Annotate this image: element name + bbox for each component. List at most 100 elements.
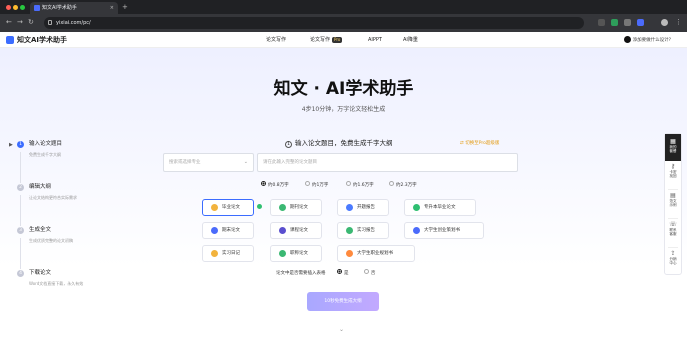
- paper-type-chip[interactable]: 大学生创业策划书: [404, 222, 484, 239]
- divider: [668, 247, 678, 248]
- chip-label: 实习报告: [357, 228, 375, 233]
- generate-outline-button[interactable]: 10秒免费生成大纲: [307, 292, 379, 311]
- selected-check-icon: [257, 204, 262, 209]
- extension-icon[interactable]: [637, 19, 644, 26]
- scroll-down-icon[interactable]: ⌄: [339, 326, 344, 333]
- address-bar[interactable]: yixiai.com/pc/: [44, 17, 584, 29]
- profile-avatar[interactable]: [661, 19, 668, 26]
- graduation-icon: [211, 204, 218, 211]
- word-count-label: 约1.6万字: [353, 183, 374, 188]
- key-icon: ⚷: [670, 163, 676, 170]
- avatar: [623, 36, 631, 43]
- internship-icon: [346, 227, 353, 234]
- document-icon: ▤: [670, 192, 676, 199]
- logo-icon: [6, 36, 14, 44]
- chip-label: 实习日记: [222, 251, 240, 256]
- page-subtitle: 4步10分钟，万字论文轻松生成: [301, 106, 386, 113]
- step-title: 下载论文: [29, 270, 52, 276]
- word-count-radio[interactable]: 约1.6万字: [346, 181, 374, 189]
- pro-switch-label: 切换至Pro超级版: [465, 141, 500, 146]
- step-2: 2 编辑大纲 让论文结构更符合实际需求: [17, 184, 137, 206]
- new-tab-icon[interactable]: +: [122, 3, 128, 12]
- contact-support-button[interactable]: ☏ 联系 客服: [665, 221, 681, 245]
- browser-toolbar: ← → ↻ yixiai.com/pc/ ⋮: [0, 14, 687, 32]
- extension-icon[interactable]: [598, 19, 605, 26]
- sample-papers-button[interactable]: ▤ 范文 示例: [665, 192, 681, 216]
- report-icon: [346, 204, 353, 211]
- step-number: 3: [17, 227, 24, 234]
- minimize-window-icon[interactable]: [13, 5, 18, 10]
- chevron-down-icon: ⌄: [243, 159, 248, 165]
- extension-icon[interactable]: [624, 19, 631, 26]
- reload-icon[interactable]: ↻: [28, 18, 34, 27]
- paper-type-chip[interactable]: 期刊论文: [270, 199, 322, 216]
- title-paper-icon: [279, 250, 286, 257]
- paper-type-chip[interactable]: 课程论文: [270, 222, 322, 239]
- upgrade-icon: [413, 204, 420, 211]
- logo-text[interactable]: 知文AI学术助手: [17, 35, 67, 45]
- radio-dot: [363, 269, 369, 274]
- divider: [668, 189, 678, 190]
- chip-label: 职称论文: [290, 251, 308, 256]
- paper-title-input[interactable]: [257, 153, 518, 172]
- step-desc: 生成优质完整的论文初稿: [29, 238, 73, 243]
- form-header: 1 输入论文题目，免费生成千字大纲: [285, 139, 393, 148]
- chat-icon: ☏: [669, 221, 677, 228]
- chip-label: 大学生职业规划书: [357, 251, 393, 256]
- chip-label: 大学生创业策划书: [424, 228, 460, 233]
- browser-menu-icon[interactable]: ⋮: [675, 18, 682, 27]
- url-text: yixiai.com/pc/: [56, 20, 91, 26]
- radio-label: 否: [370, 271, 376, 276]
- nav-aippt[interactable]: AIPPT: [368, 36, 382, 44]
- extension-icon[interactable]: [611, 19, 618, 26]
- user-menu[interactable]: 添加要做什么设计?: [623, 36, 671, 45]
- chip-label: 期刊论文: [290, 205, 308, 210]
- paper-type-chip[interactable]: 实习报告: [337, 222, 389, 239]
- browser-tab-strip: 知文AI学术助手 × +: [0, 0, 687, 14]
- paper-type-chip[interactable]: 专升本毕业论文: [404, 199, 476, 216]
- close-tab-icon[interactable]: ×: [110, 2, 114, 14]
- table-question: 论文中是否需要插入表格: [276, 271, 326, 276]
- radio-dot: [261, 181, 266, 186]
- major-select-placeholder: 搜索或选择专业: [169, 160, 201, 165]
- close-window-icon[interactable]: [6, 5, 11, 10]
- lock-icon: [48, 20, 52, 25]
- maximize-window-icon[interactable]: [20, 5, 25, 10]
- paper-type-chip[interactable]: 开题报告: [337, 199, 389, 216]
- paper-type-chip[interactable]: 大学生职业规划书: [337, 245, 415, 262]
- step-title: 生成全文: [29, 227, 52, 233]
- toolbar-label: 卡密 找回: [669, 170, 677, 178]
- toolbar-label: 我的 套餐: [669, 145, 677, 153]
- major-select[interactable]: 搜索或选择专业 ⌄: [163, 153, 254, 172]
- journal-icon: [279, 204, 286, 211]
- nav-ai-reduce[interactable]: AI降重: [403, 36, 418, 44]
- share-icon: ⇪: [670, 250, 676, 257]
- user-text: 添加要做什么设计?: [632, 38, 671, 43]
- forward-icon[interactable]: →: [17, 18, 23, 27]
- word-count-radio[interactable]: 约1万字: [305, 181, 329, 189]
- my-package-button[interactable]: ▦ 我的 套餐: [665, 134, 681, 161]
- toolbar-label: 联系 客服: [669, 228, 677, 236]
- word-count-label: 约1万字: [312, 183, 329, 188]
- nav-paper-write-pro[interactable]: 论文写作 Pro: [310, 36, 343, 44]
- chip-label: 课程论文: [290, 228, 308, 233]
- paper-type-chip[interactable]: 实习日记: [202, 245, 254, 262]
- table-no-radio[interactable]: 否: [363, 269, 376, 276]
- browser-tab[interactable]: 知文AI学术助手 ×: [30, 2, 118, 14]
- paper-type-chip[interactable]: 职称论文: [270, 245, 322, 262]
- paper-type-chip[interactable]: 毕业论文: [202, 199, 254, 216]
- chip-label: 专升本毕业论文: [424, 205, 456, 210]
- step-number: 2: [17, 184, 24, 191]
- word-count-radio[interactable]: 约0.8万字: [261, 181, 289, 189]
- card-recover-button[interactable]: ⚷ 卡密 找回: [665, 163, 681, 187]
- word-count-radio[interactable]: 约2.3万字: [389, 181, 417, 189]
- back-icon[interactable]: ←: [6, 18, 12, 27]
- paper-type-chip[interactable]: 期末论文: [202, 222, 254, 239]
- step-title: 输入论文题目: [29, 141, 63, 147]
- exam-icon: [211, 227, 218, 234]
- pro-switch-link[interactable]: ⇄ 切换至Pro超级版: [460, 140, 499, 147]
- nav-paper-write[interactable]: 论文写作: [266, 36, 286, 44]
- table-yes-radio[interactable]: 是: [336, 269, 348, 276]
- distribution-center-button[interactable]: ⇪ 分销 中心: [665, 250, 681, 274]
- tab-title: 知文AI学术助手: [42, 5, 77, 11]
